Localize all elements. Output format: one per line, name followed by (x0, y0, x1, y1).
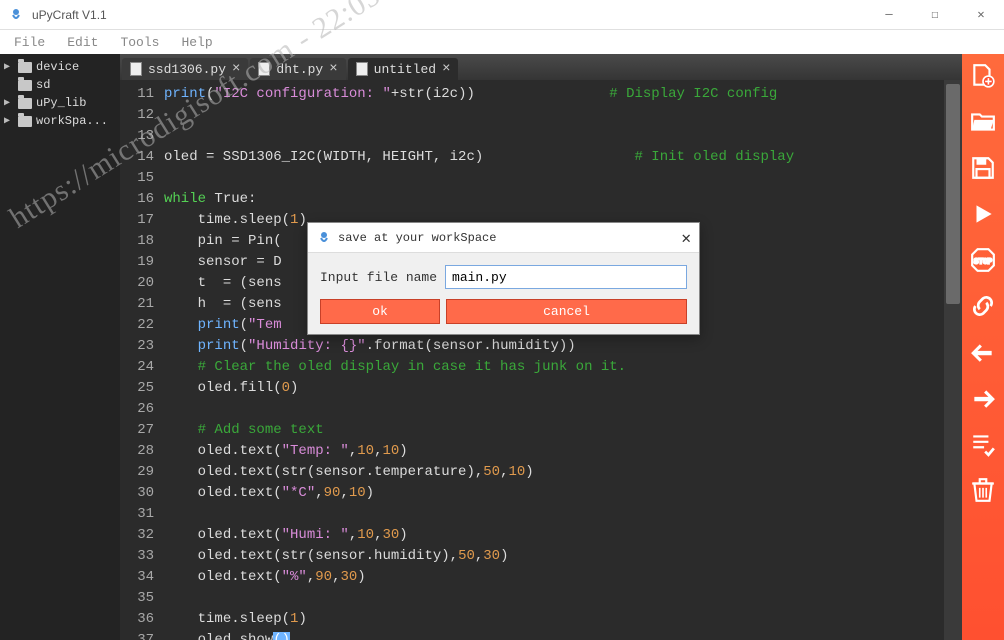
stop-icon[interactable]: STOP (967, 244, 999, 276)
redo-icon[interactable] (967, 382, 999, 414)
tree-item-workspace[interactable]: ▶workSpa... (0, 112, 120, 130)
check-icon[interactable] (967, 428, 999, 460)
tree-item-upylib[interactable]: ▶uPy_lib (0, 94, 120, 112)
tab-untitled[interactable]: untitled× (348, 58, 459, 80)
menu-file[interactable]: File (6, 33, 53, 52)
editor-area: ssd1306.py×dht.py×untitled× 11 12 13 14 … (120, 54, 962, 640)
tree-item-sd[interactable]: sd (0, 76, 120, 94)
title-bar: uPyCraft V1.1 ─ ☐ ✕ (0, 0, 1004, 30)
code-editor[interactable]: print("I2C configuration: "+str(i2c)) # … (164, 80, 962, 640)
filename-label: Input file name (320, 270, 437, 285)
tree-item-device[interactable]: ▶device (0, 58, 120, 76)
svg-text:STOP: STOP (974, 258, 993, 266)
file-tree-sidebar: ▶device sd ▶uPy_lib ▶workSpa... (0, 54, 120, 640)
dialog-title-text: save at your workSpace (338, 231, 496, 245)
minimize-button[interactable]: ─ (866, 0, 912, 30)
app-logo-icon (8, 7, 24, 23)
new-file-icon[interactable] (967, 60, 999, 92)
folder-icon (18, 80, 32, 91)
tab-bar: ssd1306.py×dht.py×untitled× (120, 54, 962, 80)
delete-icon[interactable] (967, 474, 999, 506)
menu-edit[interactable]: Edit (59, 33, 106, 52)
filename-input[interactable] (445, 265, 687, 289)
document-icon (258, 62, 270, 76)
run-icon[interactable] (967, 198, 999, 230)
cancel-button[interactable]: cancel (446, 299, 687, 324)
connect-icon[interactable] (967, 290, 999, 322)
close-button[interactable]: ✕ (958, 0, 1004, 30)
tab-ssd1306py[interactable]: ssd1306.py× (122, 58, 248, 80)
save-icon[interactable] (967, 152, 999, 184)
folder-icon (18, 62, 32, 73)
dialog-titlebar: save at your workSpace ✕ (308, 223, 699, 253)
folder-icon (18, 98, 32, 109)
document-icon (356, 62, 368, 76)
window-title: uPyCraft V1.1 (32, 8, 107, 22)
document-icon (130, 62, 142, 76)
menu-bar: File Edit Tools Help (0, 30, 1004, 54)
tab-close-icon[interactable]: × (442, 61, 450, 77)
menu-tools[interactable]: Tools (112, 33, 167, 52)
line-number-gutter: 11 12 13 14 15 16 17 18 19 20 21 22 23 2… (120, 80, 164, 640)
maximize-button[interactable]: ☐ (912, 0, 958, 30)
tab-dhtpy[interactable]: dht.py× (250, 58, 345, 80)
tab-close-icon[interactable]: × (232, 61, 240, 77)
save-dialog: save at your workSpace ✕ Input file name… (307, 222, 700, 335)
app-logo-icon (316, 230, 332, 246)
undo-icon[interactable] (967, 336, 999, 368)
vertical-scrollbar[interactable] (944, 80, 962, 640)
tab-close-icon[interactable]: × (329, 61, 337, 77)
dialog-close-icon[interactable]: ✕ (681, 228, 691, 248)
folder-icon (18, 116, 32, 127)
open-file-icon[interactable] (967, 106, 999, 138)
ok-button[interactable]: ok (320, 299, 440, 324)
menu-help[interactable]: Help (173, 33, 220, 52)
scrollbar-thumb[interactable] (946, 84, 960, 304)
right-toolbar: STOP (962, 54, 1004, 640)
